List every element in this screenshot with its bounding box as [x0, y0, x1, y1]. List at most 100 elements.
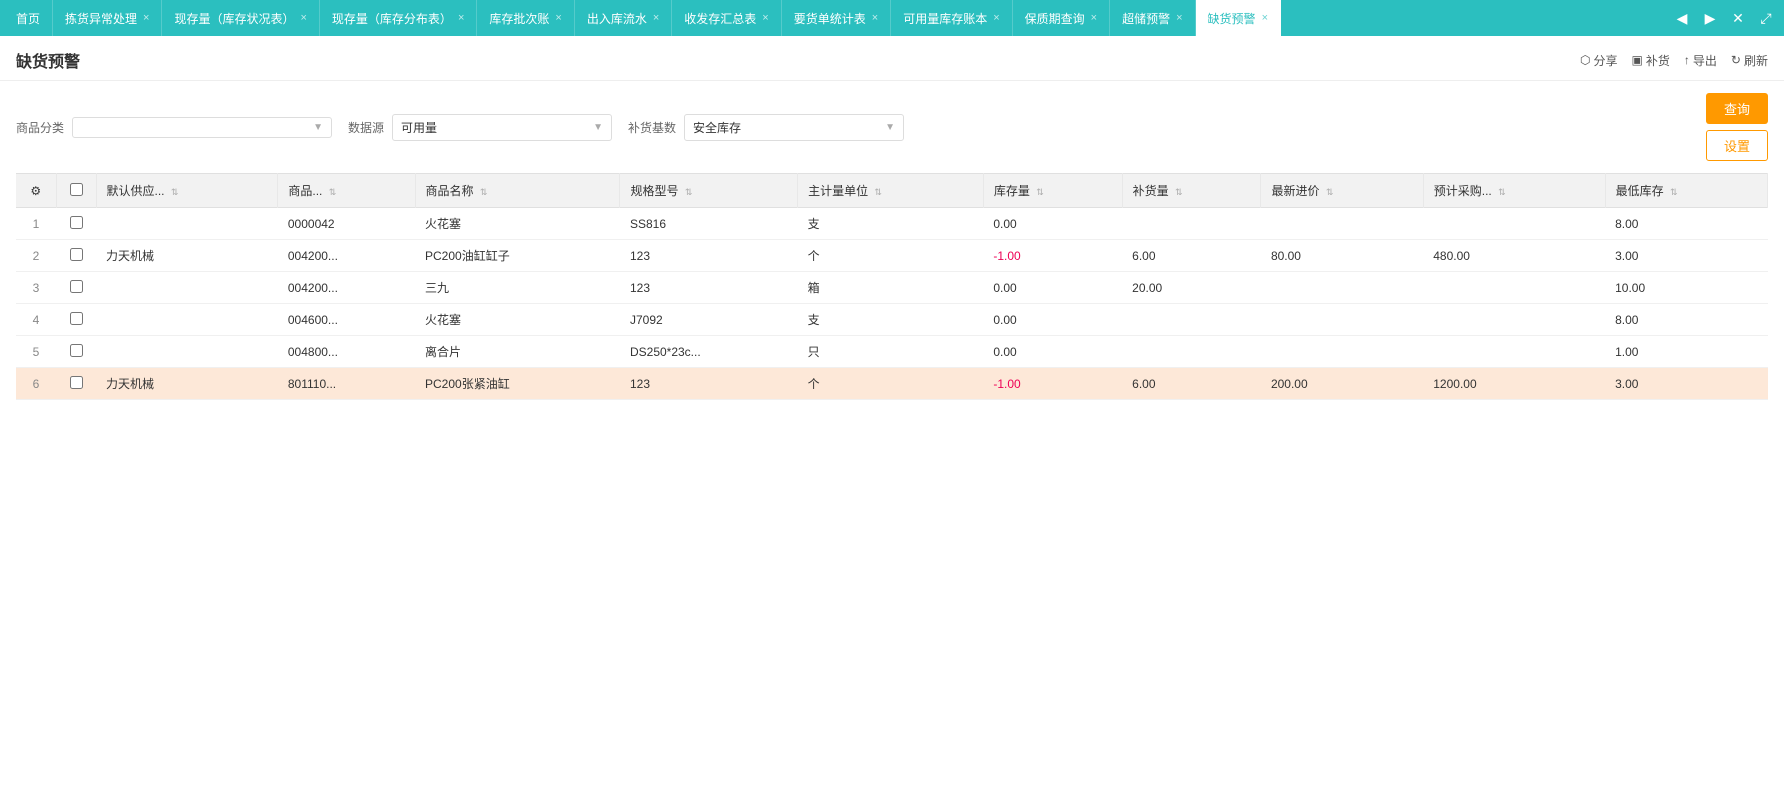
tab-inventory-status[interactable]: 现存量（库存状况表） ×: [162, 0, 319, 36]
tab-inout-flow[interactable]: 出入库流水 ×: [575, 0, 672, 36]
tab-nav-prev[interactable]: ◀: [1668, 4, 1696, 32]
table-header-row: ⚙ 默认供应... ⇅ 商品... ⇅ 商品名称 ⇅: [16, 174, 1768, 208]
tab-batch-account-close[interactable]: ×: [555, 12, 561, 24]
row-min-inventory-2: 3.00: [1605, 240, 1767, 272]
col-replenish-qty[interactable]: 补货量 ⇅: [1122, 174, 1261, 208]
datasource-select[interactable]: 可用量 ▼: [392, 114, 612, 141]
col-checkbox[interactable]: [56, 174, 96, 208]
tab-nav-buttons: ◀ ▶ ✕ ⤢: [1668, 4, 1780, 32]
tab-inventory-status-close[interactable]: ×: [300, 12, 306, 24]
row-unit-2: 个: [798, 240, 984, 272]
row-checkbox-5[interactable]: [70, 344, 83, 357]
tab-batch-account[interactable]: 库存批次账 ×: [477, 0, 574, 36]
row-min-inventory-6: 3.00: [1605, 368, 1767, 400]
row-unit-5: 只: [798, 336, 984, 368]
settings-button[interactable]: 设置: [1706, 130, 1768, 161]
share-action[interactable]: ⬡ 分享: [1580, 52, 1618, 69]
row-spec-model-5: DS250*23c...: [620, 336, 798, 368]
row-checkbox-1[interactable]: [70, 216, 83, 229]
row-checkbox-cell-2[interactable]: [56, 240, 96, 272]
col-min-inventory[interactable]: 最低库存 ⇅: [1605, 174, 1767, 208]
tab-inventory-dist-close[interactable]: ×: [458, 12, 464, 24]
row-min-inventory-1: 8.00: [1605, 208, 1767, 240]
row-checkbox-cell-3[interactable]: [56, 272, 96, 304]
col-spec-model[interactable]: 规格型号 ⇅: [620, 174, 798, 208]
replenish-base-select[interactable]: 安全库存 ▼: [684, 114, 904, 141]
row-replenish-qty-3: 20.00: [1122, 272, 1261, 304]
row-checkbox-cell-4[interactable]: [56, 304, 96, 336]
col-product-code[interactable]: 商品... ⇅: [278, 174, 415, 208]
col-est-purchase[interactable]: 预计采购... ⇅: [1423, 174, 1605, 208]
tab-available-ledger-close[interactable]: ×: [993, 12, 999, 24]
row-checkbox-cell-1[interactable]: [56, 208, 96, 240]
tab-expiry-query[interactable]: 保质期查询 ×: [1013, 0, 1110, 36]
row-checkbox-4[interactable]: [70, 312, 83, 325]
tab-exception[interactable]: 拣货异常处理 ×: [53, 0, 162, 36]
gear-icon: ⚙: [30, 184, 41, 198]
row-product-code-2: 004200...: [278, 240, 415, 272]
row-index-5: 5: [16, 336, 56, 368]
row-checkbox-cell-6[interactable]: [56, 368, 96, 400]
data-table: ⚙ 默认供应... ⇅ 商品... ⇅ 商品名称 ⇅: [16, 173, 1768, 400]
query-button[interactable]: 查询: [1706, 93, 1768, 124]
row-product-code-3: 004200...: [278, 272, 415, 304]
tab-available-ledger[interactable]: 可用量库存账本 ×: [891, 0, 1012, 36]
table-row: 3 004200... 三九 123 箱 0.00 20.00 10.00: [16, 272, 1768, 304]
row-unit-6: 个: [798, 368, 984, 400]
row-replenish-qty-4: [1122, 304, 1261, 336]
row-spec-model-2: 123: [620, 240, 798, 272]
row-index-4: 4: [16, 304, 56, 336]
replenish-action[interactable]: ▣ 补货: [1632, 52, 1670, 69]
export-action[interactable]: ↑ 导出: [1684, 52, 1717, 69]
row-est-purchase-1: [1423, 208, 1605, 240]
row-latest-price-6: 200.00: [1261, 368, 1423, 400]
page-header: 缺货预警 ⬡ 分享 ▣ 补货 ↑ 导出 ↻ 刷新: [0, 36, 1784, 81]
tab-overstock-close[interactable]: ×: [1176, 12, 1182, 24]
tab-inventory-dist[interactable]: 现存量（库存分布表） ×: [320, 0, 477, 36]
row-replenish-qty-5: [1122, 336, 1261, 368]
page-title: 缺货预警: [16, 48, 80, 72]
spec-sort-icon: ⇅: [685, 187, 693, 197]
tab-collection[interactable]: 收发存汇总表 ×: [672, 0, 781, 36]
row-checkbox-2[interactable]: [70, 248, 83, 261]
col-default-supplier[interactable]: 默认供应... ⇅: [96, 174, 278, 208]
tab-nav-next[interactable]: ▶: [1696, 4, 1724, 32]
tab-req-stats[interactable]: 要货单统计表 ×: [782, 0, 891, 36]
row-index-6: 6: [16, 368, 56, 400]
col-product-name[interactable]: 商品名称 ⇅: [415, 174, 620, 208]
row-supplier-6: 力天机械: [96, 368, 278, 400]
tab-nav-close-all[interactable]: ✕: [1724, 4, 1752, 32]
row-checkbox-cell-5[interactable]: [56, 336, 96, 368]
tab-shortage[interactable]: 缺货预警 ×: [1196, 0, 1281, 36]
tab-exception-close[interactable]: ×: [143, 12, 149, 24]
row-supplier-2: 力天机械: [96, 240, 278, 272]
category-select[interactable]: ▼: [72, 117, 332, 138]
tab-expiry-query-close[interactable]: ×: [1091, 12, 1097, 24]
datasource-chevron-icon: ▼: [593, 122, 603, 133]
row-replenish-qty-1: [1122, 208, 1261, 240]
row-spec-model-3: 123: [620, 272, 798, 304]
row-checkbox-6[interactable]: [70, 376, 83, 389]
table-row: 4 004600... 火花塞 J7092 支 0.00 8.00: [16, 304, 1768, 336]
row-checkbox-3[interactable]: [70, 280, 83, 293]
datasource-label: 数据源: [348, 119, 384, 136]
col-latest-price[interactable]: 最新进价 ⇅: [1261, 174, 1423, 208]
tab-nav-expand[interactable]: ⤢: [1752, 4, 1780, 32]
tab-home[interactable]: 首页: [4, 0, 53, 36]
col-unit[interactable]: 主计量单位 ⇅: [798, 174, 984, 208]
col-gear[interactable]: ⚙: [16, 174, 56, 208]
tab-overstock[interactable]: 超储预警 ×: [1110, 0, 1195, 36]
tab-shortage-close[interactable]: ×: [1262, 12, 1268, 24]
row-product-code-6: 801110...: [278, 368, 415, 400]
select-all-checkbox[interactable]: [70, 183, 83, 196]
row-unit-4: 支: [798, 304, 984, 336]
filter-area: 商品分类 ▼ 数据源 可用量 ▼ 补货基数 安全库存 ▼ 查询 设置: [0, 81, 1784, 173]
row-spec-model-6: 123: [620, 368, 798, 400]
replenish-base-label: 补货基数: [628, 119, 676, 136]
tab-inout-flow-close[interactable]: ×: [653, 12, 659, 24]
refresh-action[interactable]: ↻ 刷新: [1731, 52, 1768, 69]
tab-collection-close[interactable]: ×: [762, 12, 768, 24]
row-unit-3: 箱: [798, 272, 984, 304]
col-inventory[interactable]: 库存量 ⇅: [983, 174, 1122, 208]
tab-req-stats-close[interactable]: ×: [872, 12, 878, 24]
